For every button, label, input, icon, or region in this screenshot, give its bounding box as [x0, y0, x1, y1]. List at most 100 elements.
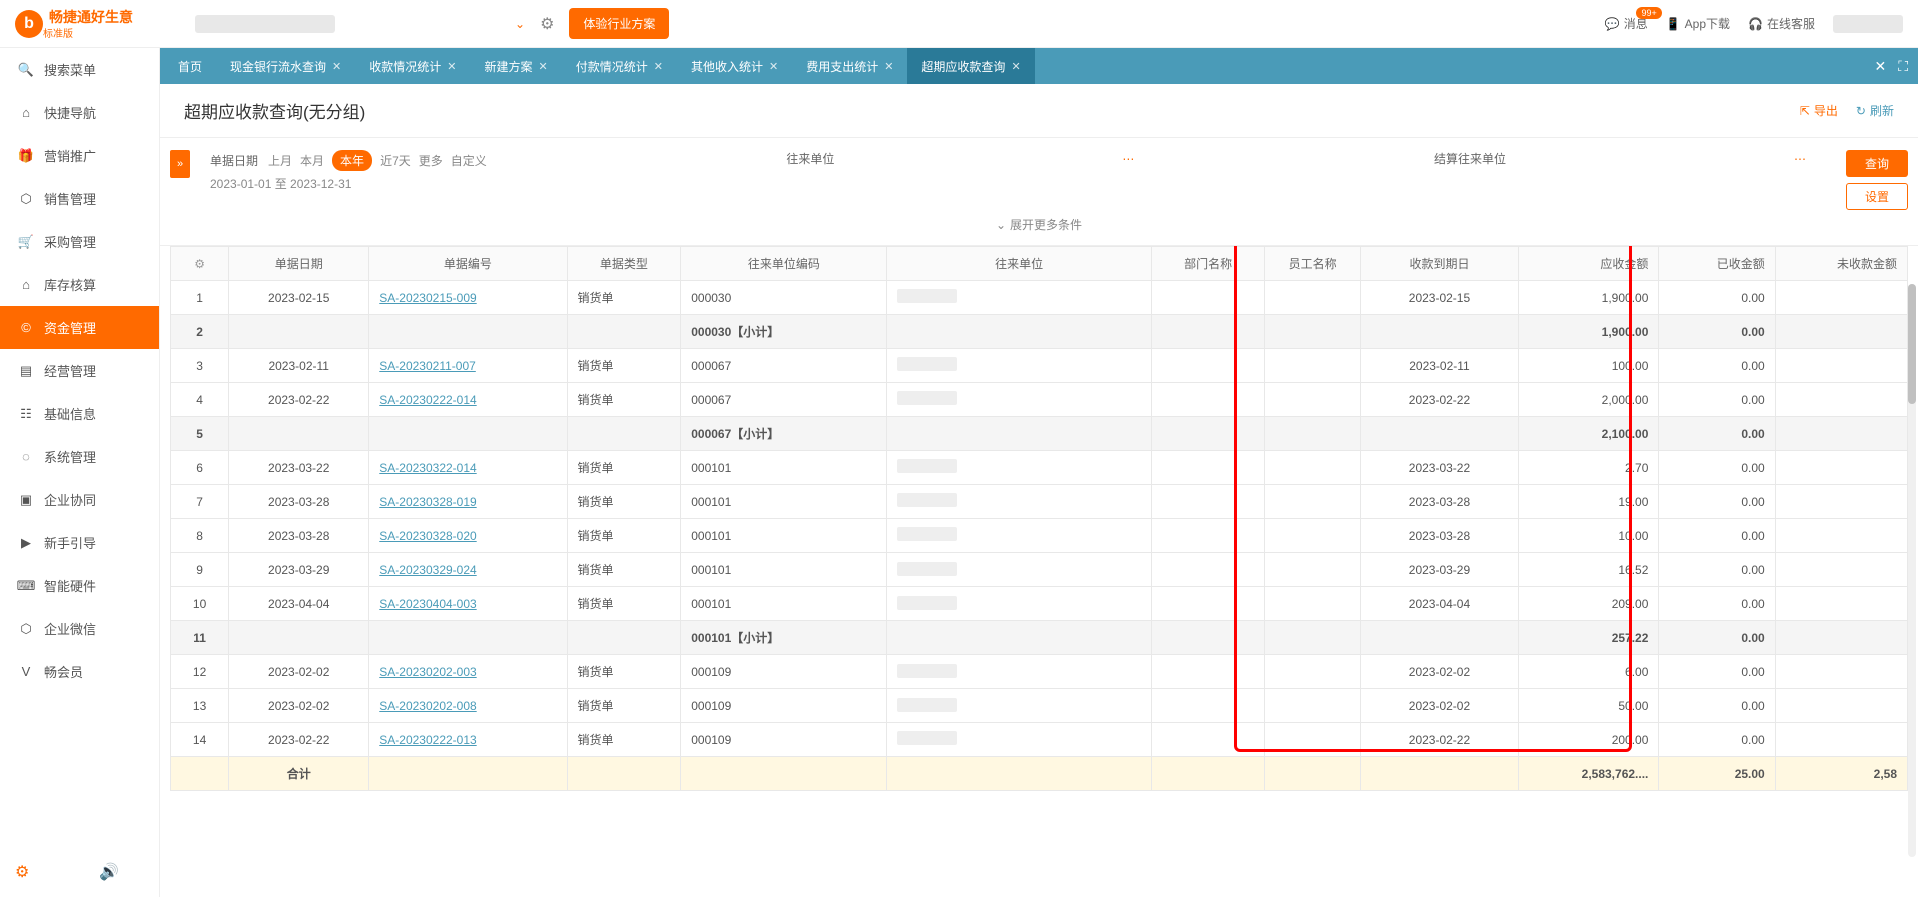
- docno-link[interactable]: SA-20230329-024: [379, 563, 476, 577]
- filter-collapse-button[interactable]: »: [170, 150, 190, 178]
- unit-blurred: 测: [897, 596, 957, 610]
- sidebar: 🔍 搜索菜单 ⌂快捷导航🎁营销推广⬡销售管理🛒采购管理⌂库存核算©资金管理▤经营管理…: [0, 48, 160, 897]
- tab[interactable]: 超期应收款查询✕: [907, 48, 1034, 84]
- tab[interactable]: 现金银行流水查询 ✕: [216, 48, 355, 84]
- tab[interactable]: 新建方案✕: [470, 48, 561, 84]
- date-preset[interactable]: 近7天: [380, 152, 411, 169]
- docno-link[interactable]: SA-20230202-008: [379, 699, 476, 713]
- table-row: 122023-02-02SA-20230202-003销货单000109伯202…: [171, 655, 1908, 689]
- tab-close-icon[interactable]: ✕: [539, 60, 548, 73]
- tab[interactable]: 其他收入统计✕: [677, 48, 792, 84]
- expand-more-button[interactable]: ⌄ 展开更多条件: [170, 210, 1908, 239]
- tab-close-icon[interactable]: ✕: [654, 60, 663, 73]
- column-header: 员工名称: [1265, 247, 1360, 281]
- tabs-bar: 首页现金银行流水查询✕收款情况统计✕新建方案✕付款情况统计✕其他收入统计✕费用支…: [160, 48, 1918, 84]
- sidebar-item-label: 新手引导: [44, 533, 96, 552]
- docno-link[interactable]: SA-20230328-019: [379, 495, 476, 509]
- tabs-close-icon[interactable]: ✕: [1874, 58, 1886, 75]
- docno-link[interactable]: SA-20230211-007: [379, 359, 476, 373]
- sidebar-item-search[interactable]: 🔍 搜索菜单: [0, 48, 159, 91]
- export-button[interactable]: ⇱ 导出: [1800, 102, 1838, 119]
- refresh-button[interactable]: ↻ 刷新: [1856, 102, 1894, 119]
- sidebar-item-hardware[interactable]: ⌨智能硬件: [0, 564, 159, 607]
- messages-link[interactable]: 💬 消息 99+: [1605, 15, 1648, 32]
- tab-close-icon[interactable]: ✕: [769, 60, 778, 73]
- filter-bar: » 单据日期 上月本月本年近7天更多自定义 2023-01-01 至 2023-…: [160, 138, 1918, 246]
- tab[interactable]: 首页: [164, 48, 216, 84]
- docno-link[interactable]: SA-20230215-009: [379, 291, 476, 305]
- sidebar-item-guide[interactable]: ▶新手引导: [0, 521, 159, 564]
- sidebar-item-cart[interactable]: ⬡销售管理: [0, 177, 159, 220]
- docno-link[interactable]: SA-20230202-003: [379, 665, 476, 679]
- sidebar-gear-icon[interactable]: ⚙: [15, 862, 29, 882]
- docno-link[interactable]: SA-20230222-013: [379, 733, 476, 747]
- docno-link[interactable]: SA-20230222-014: [379, 393, 476, 407]
- date-preset[interactable]: 本年: [332, 150, 372, 171]
- column-header: 往来单位编码: [681, 247, 887, 281]
- tab[interactable]: 收款情况统计 ✕: [355, 48, 470, 84]
- wechat-icon: ⬡: [18, 621, 34, 637]
- sidebar-item-enterprise[interactable]: ▣企业协同: [0, 478, 159, 521]
- tab-close-icon[interactable]: ✕: [332, 60, 341, 73]
- header-gear-icon[interactable]: ⚙: [540, 14, 554, 34]
- column-header: 单据类型: [567, 247, 681, 281]
- unit-blurred: [897, 459, 957, 473]
- user-blurred[interactable]: [1833, 15, 1903, 33]
- sidebar-item-warehouse[interactable]: ⌂库存核算: [0, 263, 159, 306]
- scrollbar[interactable]: [1908, 284, 1916, 857]
- date-preset[interactable]: 本月: [300, 152, 324, 169]
- sidebar-item-label: 企业微信: [44, 619, 96, 638]
- query-button[interactable]: 查询: [1846, 150, 1908, 177]
- tab-close-icon[interactable]: ✕: [1011, 60, 1020, 73]
- column-header: 未收款金额: [1775, 247, 1907, 281]
- data-table: ⚙单据日期单据编号单据类型往来单位编码往来单位部门名称员工名称收款到期日应收金额…: [170, 246, 1908, 791]
- app-download-link[interactable]: 📱 App下载: [1666, 15, 1730, 32]
- date-preset[interactable]: 自定义: [451, 152, 487, 169]
- sidebar-item-home[interactable]: ⌂快捷导航: [0, 91, 159, 134]
- gear-icon[interactable]: ⚙: [194, 257, 205, 271]
- sidebar-item-basket[interactable]: 🛒采购管理: [0, 220, 159, 263]
- tabs-fullscreen-icon[interactable]: ⛶: [1898, 58, 1908, 75]
- sidebar-item-label: 畅会员: [44, 662, 83, 681]
- sidebar-item-money[interactable]: ©资金管理: [0, 306, 159, 349]
- phone-icon: 📱: [1666, 17, 1681, 31]
- system-icon: ◌: [18, 449, 34, 465]
- tab-close-icon[interactable]: ✕: [447, 60, 456, 73]
- search-icon: 🔍: [18, 62, 34, 78]
- docno-link[interactable]: SA-20230328-020: [379, 529, 476, 543]
- setting-button[interactable]: 设置: [1846, 183, 1908, 210]
- table-row: 82023-03-28SA-20230328-020销货单0001012023-…: [171, 519, 1908, 553]
- online-service-link[interactable]: 🎧 在线客服: [1748, 15, 1815, 32]
- try-industry-button[interactable]: 体验行业方案: [569, 8, 669, 39]
- sidebar-item-wechat[interactable]: ⬡ 企业微信: [0, 607, 159, 650]
- tab-label: 收款情况统计: [369, 58, 441, 75]
- table-row: 132023-02-02SA-20230202-008销货单000109伯202…: [171, 689, 1908, 723]
- sidebar-item-label: 搜索菜单: [44, 60, 96, 79]
- tab-close-icon[interactable]: ✕: [884, 60, 893, 73]
- column-header: 单据编号: [369, 247, 567, 281]
- brand-name: 畅捷通好生意: [49, 7, 133, 27]
- docno-link[interactable]: SA-20230404-003: [379, 597, 476, 611]
- docno-link[interactable]: SA-20230322-014: [379, 461, 476, 475]
- warehouse-icon: ⌂: [18, 277, 34, 293]
- settle-more-icon[interactable]: ⋯: [1794, 152, 1806, 166]
- page-title: 超期应收款查询(无分组): [184, 98, 365, 123]
- unit-more-icon[interactable]: ⋯: [1122, 152, 1134, 166]
- org-chevron-down-icon[interactable]: ⌄: [515, 17, 525, 31]
- sidebar-item-vip[interactable]: V畅会员: [0, 650, 159, 693]
- scrollbar-thumb[interactable]: [1908, 284, 1916, 404]
- tab[interactable]: 付款情况统计✕: [562, 48, 677, 84]
- sidebar-item-data[interactable]: ☷基础信息: [0, 392, 159, 435]
- sidebar-item-report[interactable]: ▤经营管理: [0, 349, 159, 392]
- table-row: 102023-04-04SA-20230404-003销货单000101测202…: [171, 587, 1908, 621]
- sidebar-item-system[interactable]: ◌系统管理: [0, 435, 159, 478]
- column-gear[interactable]: ⚙: [171, 247, 229, 281]
- sidebar-item-gift[interactable]: 🎁营销推广: [0, 134, 159, 177]
- unit-blurred: 伯: [897, 664, 957, 678]
- tab[interactable]: 费用支出统计✕: [792, 48, 907, 84]
- tab-label: 现金银行流水查询: [230, 58, 326, 75]
- sidebar-collapse-icon[interactable]: 🔊: [99, 862, 119, 882]
- date-preset[interactable]: 更多: [419, 152, 443, 169]
- date-preset[interactable]: 上月: [268, 152, 292, 169]
- headset-icon: 🎧: [1748, 17, 1763, 31]
